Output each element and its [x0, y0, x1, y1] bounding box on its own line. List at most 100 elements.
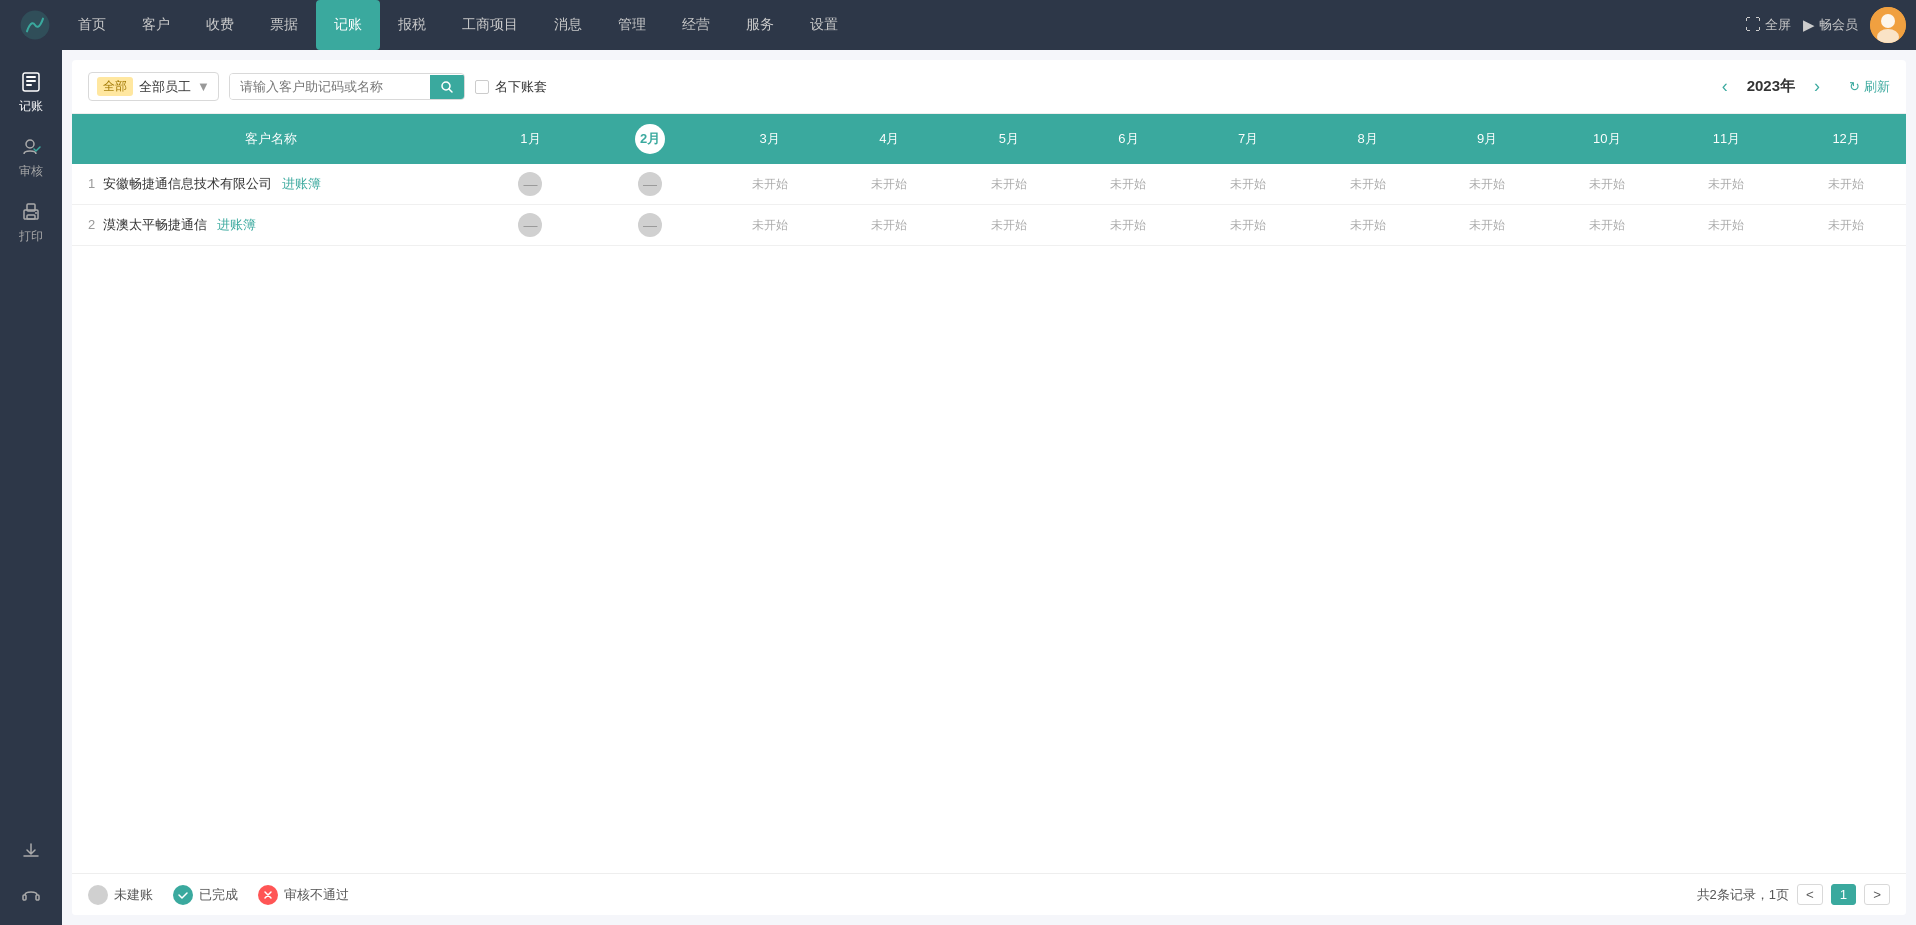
customer-cell: 1安徽畅捷通信息技术有限公司进账簿 [72, 164, 471, 205]
svg-point-2 [1881, 14, 1895, 28]
refresh-button[interactable]: ↻ 刷新 [1849, 78, 1890, 96]
search-input-wrap [229, 73, 465, 100]
table-body: 1安徽畅捷通信息技术有限公司进账簿未开始未开始未开始未开始未开始未开始未开始未开… [72, 164, 1906, 246]
employee-tag: 全部 [97, 77, 133, 96]
sidebar-item-download[interactable] [16, 831, 46, 871]
status-circle-unbuilt [638, 172, 662, 196]
nav-operation[interactable]: 经营 [664, 0, 728, 50]
employee-label: 全部员工 [139, 78, 191, 96]
user-avatar[interactable] [1870, 7, 1906, 43]
month-cell: 未开始 [829, 164, 949, 205]
col-jul: 7月 [1188, 114, 1308, 164]
employee-select[interactable]: 全部 全部员工 ▼ [88, 72, 219, 101]
month-cell: 未开始 [1188, 164, 1308, 205]
legend-unbuilt: 未建账 [88, 885, 153, 905]
month-cell: 未开始 [1547, 205, 1667, 246]
legend-rejected-label: 审核不通过 [284, 886, 349, 904]
content-panel: 全部 全部员工 ▼ 名下账套 [72, 60, 1906, 915]
legend-unbuilt-label: 未建账 [114, 886, 153, 904]
month-cell: 未开始 [1188, 205, 1308, 246]
not-started-label: 未开始 [1469, 218, 1505, 232]
month-cell: 未开始 [829, 205, 949, 246]
year-next-button[interactable]: › [1805, 75, 1829, 99]
dropdown-arrow-icon: ▼ [197, 79, 210, 94]
svg-rect-7 [26, 84, 32, 86]
table-wrap: 客户名称 1月 2月 3月 4月 5月 6月 7月 8月 9月 [72, 114, 1906, 873]
nav-customer[interactable]: 客户 [124, 0, 188, 50]
my-accounts-checkbox[interactable] [475, 80, 489, 94]
svg-rect-6 [26, 80, 36, 82]
customer-cell: 2漠澳太平畅捷通信进账簿 [72, 205, 471, 246]
nav-fee[interactable]: 收费 [188, 0, 252, 50]
not-started-label: 未开始 [752, 218, 788, 232]
col-may: 5月 [949, 114, 1069, 164]
col-aug: 8月 [1308, 114, 1428, 164]
svg-rect-14 [36, 895, 39, 900]
nav-invoice[interactable]: 票据 [252, 0, 316, 50]
row-index: 2 [88, 217, 95, 232]
sidebar-item-bookkeeping[interactable]: 记账 [0, 60, 62, 125]
customer-name: 安徽畅捷通信息技术有限公司 [103, 176, 272, 191]
sidebar-item-print[interactable]: 打印 [0, 190, 62, 255]
fullscreen-label: 全屏 [1765, 16, 1791, 34]
vip-button[interactable]: ▶ 畅会员 [1803, 16, 1858, 34]
not-started-label: 未开始 [1708, 218, 1744, 232]
status-circle-unbuilt [518, 172, 542, 196]
main-layout: 记账 审核 打印 [0, 50, 1916, 925]
col-dec: 12月 [1786, 114, 1906, 164]
search-button[interactable] [430, 75, 464, 99]
not-started-label: 未开始 [871, 177, 907, 191]
nav-home[interactable]: 首页 [60, 0, 124, 50]
col-apr: 4月 [829, 114, 949, 164]
page-1-button[interactable]: 1 [1831, 884, 1856, 905]
table-row: 1安徽畅捷通信息技术有限公司进账簿未开始未开始未开始未开始未开始未开始未开始未开… [72, 164, 1906, 205]
book-icon [16, 70, 46, 94]
sidebar-item-audit[interactable]: 审核 [0, 125, 62, 190]
not-started-label: 未开始 [1708, 177, 1744, 191]
legend-completed-label: 已完成 [199, 886, 238, 904]
col-jan: 1月 [471, 114, 591, 164]
enter-link[interactable]: 进账簿 [217, 217, 256, 232]
prev-page-button[interactable]: < [1797, 884, 1823, 905]
not-started-label: 未开始 [1110, 218, 1146, 232]
sidebar-item-headset[interactable] [16, 875, 46, 915]
legend: 未建账 已完成 [88, 885, 349, 905]
enter-link[interactable]: 进账簿 [282, 176, 321, 191]
headset-icon [16, 883, 46, 907]
not-started-label: 未开始 [1230, 218, 1266, 232]
toolbar: 全部 全部员工 ▼ 名下账套 [72, 60, 1906, 114]
app-logo [10, 9, 60, 41]
table-header: 客户名称 1月 2月 3月 4月 5月 6月 7月 8月 9月 [72, 114, 1906, 164]
svg-rect-5 [26, 76, 36, 78]
col-sep: 9月 [1427, 114, 1547, 164]
data-table: 客户名称 1月 2月 3月 4月 5月 6月 7月 8月 9月 [72, 114, 1906, 246]
legend-completed: 已完成 [173, 885, 238, 905]
legend-dot-red [258, 885, 278, 905]
nav-message[interactable]: 消息 [536, 0, 600, 50]
col-mar: 3月 [710, 114, 830, 164]
col-feb: 2月 [590, 114, 710, 164]
svg-point-12 [35, 212, 37, 214]
nav-tax[interactable]: 报税 [380, 0, 444, 50]
month-cell: 未开始 [1427, 164, 1547, 205]
year-prev-button[interactable]: ‹ [1713, 75, 1737, 99]
month-cell: 未开始 [710, 164, 830, 205]
next-page-button[interactable]: > [1864, 884, 1890, 905]
table-footer: 未建账 已完成 [72, 873, 1906, 915]
nav-service[interactable]: 服务 [728, 0, 792, 50]
search-input[interactable] [230, 74, 430, 99]
svg-rect-13 [23, 895, 26, 900]
nav-bookkeeping[interactable]: 记账 [316, 0, 380, 50]
month-cell: 未开始 [1069, 164, 1189, 205]
my-accounts-checkbox-wrap[interactable]: 名下账套 [475, 78, 547, 96]
nav-business[interactable]: 工商项目 [444, 0, 536, 50]
sidebar-print-label: 打印 [19, 228, 43, 245]
top-nav-right: ⛶ 全屏 ▶ 畅会员 [1745, 7, 1906, 43]
nav-settings[interactable]: 设置 [792, 0, 856, 50]
col-jun: 6月 [1069, 114, 1189, 164]
month-cell: 未开始 [1667, 164, 1787, 205]
nav-manage[interactable]: 管理 [600, 0, 664, 50]
fullscreen-button[interactable]: ⛶ 全屏 [1745, 16, 1791, 34]
col-oct: 10月 [1547, 114, 1667, 164]
year-navigation: ‹ 2023年 › [1713, 75, 1829, 99]
